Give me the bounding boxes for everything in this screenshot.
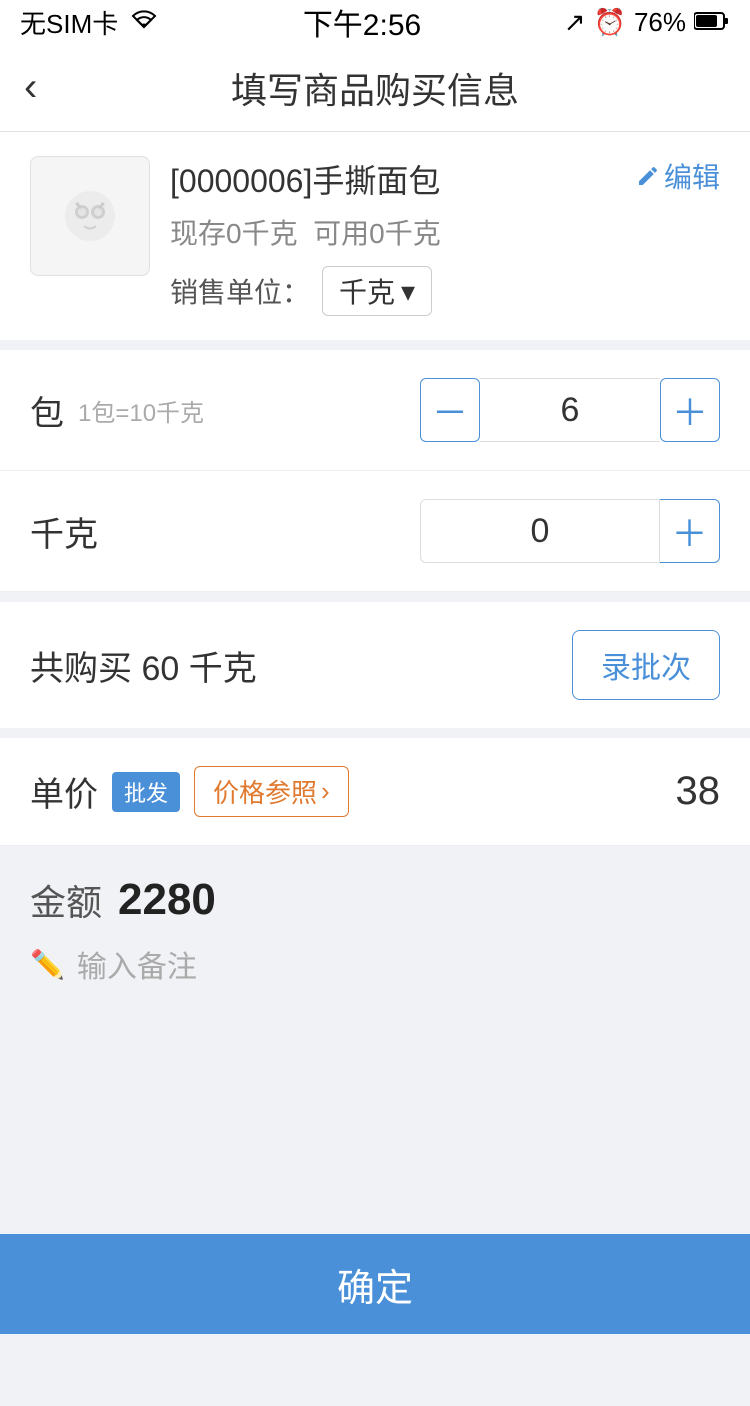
price-label-area: 单价 批发 价格参照 › (30, 766, 349, 817)
price-type-badge: 批发 (112, 772, 180, 812)
battery-text: 76% (634, 7, 686, 38)
price-reference-button[interactable]: 价格参照 › (194, 766, 349, 817)
location-icon: ↗ (564, 7, 586, 38)
pack-stepper: － ＋ (420, 378, 720, 442)
back-button[interactable]: ‹ (24, 65, 37, 110)
remark-row[interactable]: ✏️ 输入备注 (30, 942, 720, 986)
kg-input-row: 千克 ＋ (0, 471, 750, 592)
pack-label: 包 1包=10千克 (30, 386, 204, 435)
pack-input[interactable] (480, 378, 660, 442)
carrier-text: 无SIM卡 (20, 4, 118, 41)
total-text: 共购买 60 千克 (30, 641, 257, 690)
alarm-icon: ⏰ (594, 7, 626, 38)
pack-hint: 1包=10千克 (78, 393, 204, 428)
total-amount: 60 (141, 650, 179, 688)
status-time: 下午2:56 (303, 0, 421, 44)
amount-label: 金额 (30, 874, 102, 926)
pack-plus-button[interactable]: ＋ (660, 378, 720, 442)
product-card: [0000006]手撕面包 编辑 现存0千克 可用0千克 销售单位： 千克 ▾ (0, 132, 750, 350)
status-right: ↗ ⏰ 76% (564, 7, 730, 38)
remark-icon: ✏️ (30, 948, 65, 981)
edit-button[interactable]: 编辑 (636, 156, 720, 196)
wifi-icon (128, 7, 160, 38)
confirm-bar[interactable]: 确定 (0, 1234, 750, 1334)
amount-section: 金额 2280 ✏️ 输入备注 (0, 846, 750, 1006)
price-row: 单价 批发 价格参照 › 38 (30, 766, 720, 817)
battery-icon (694, 7, 730, 38)
product-unit-row: 销售单位： 千克 ▾ (170, 266, 720, 316)
chevron-down-icon: ▾ (401, 275, 415, 308)
edit-label: 编辑 (664, 156, 720, 196)
product-info: [0000006]手撕面包 编辑 现存0千克 可用0千克 销售单位： 千克 ▾ (170, 156, 720, 316)
kg-stepper: ＋ (420, 499, 720, 563)
remark-placeholder: 输入备注 (77, 942, 197, 986)
product-name: [0000006]手撕面包 (170, 156, 440, 202)
pack-input-row: 包 1包=10千克 － ＋ (0, 350, 750, 471)
total-row: 共购买 60 千克 录批次 (0, 592, 750, 738)
kg-plus-button[interactable]: ＋ (660, 499, 720, 563)
product-image (30, 156, 150, 276)
unit-select[interactable]: 千克 ▾ (322, 266, 432, 316)
product-stock: 现存0千克 可用0千克 (170, 212, 720, 252)
nav-bar: ‹ 填写商品购买信息 (0, 44, 750, 132)
price-section: 单价 批发 价格参照 › 38 (0, 738, 750, 846)
confirm-button[interactable]: 确定 (337, 1257, 413, 1312)
batch-button[interactable]: 录批次 (572, 630, 720, 700)
unit-label: 销售单位： (170, 271, 310, 311)
chevron-right-icon: › (321, 776, 330, 807)
page-title: 填写商品购买信息 (231, 62, 519, 114)
kg-label: 千克 (30, 507, 98, 556)
amount-value: 2280 (118, 875, 216, 925)
price-label: 单价 (30, 767, 98, 816)
status-left: 无SIM卡 (20, 4, 160, 41)
status-bar: 无SIM卡 下午2:56 ↗ ⏰ 76% (0, 0, 750, 44)
amount-row: 金额 2280 (30, 874, 720, 926)
price-value: 38 (676, 769, 721, 814)
pack-minus-button[interactable]: － (420, 378, 480, 442)
kg-input[interactable] (420, 499, 660, 563)
